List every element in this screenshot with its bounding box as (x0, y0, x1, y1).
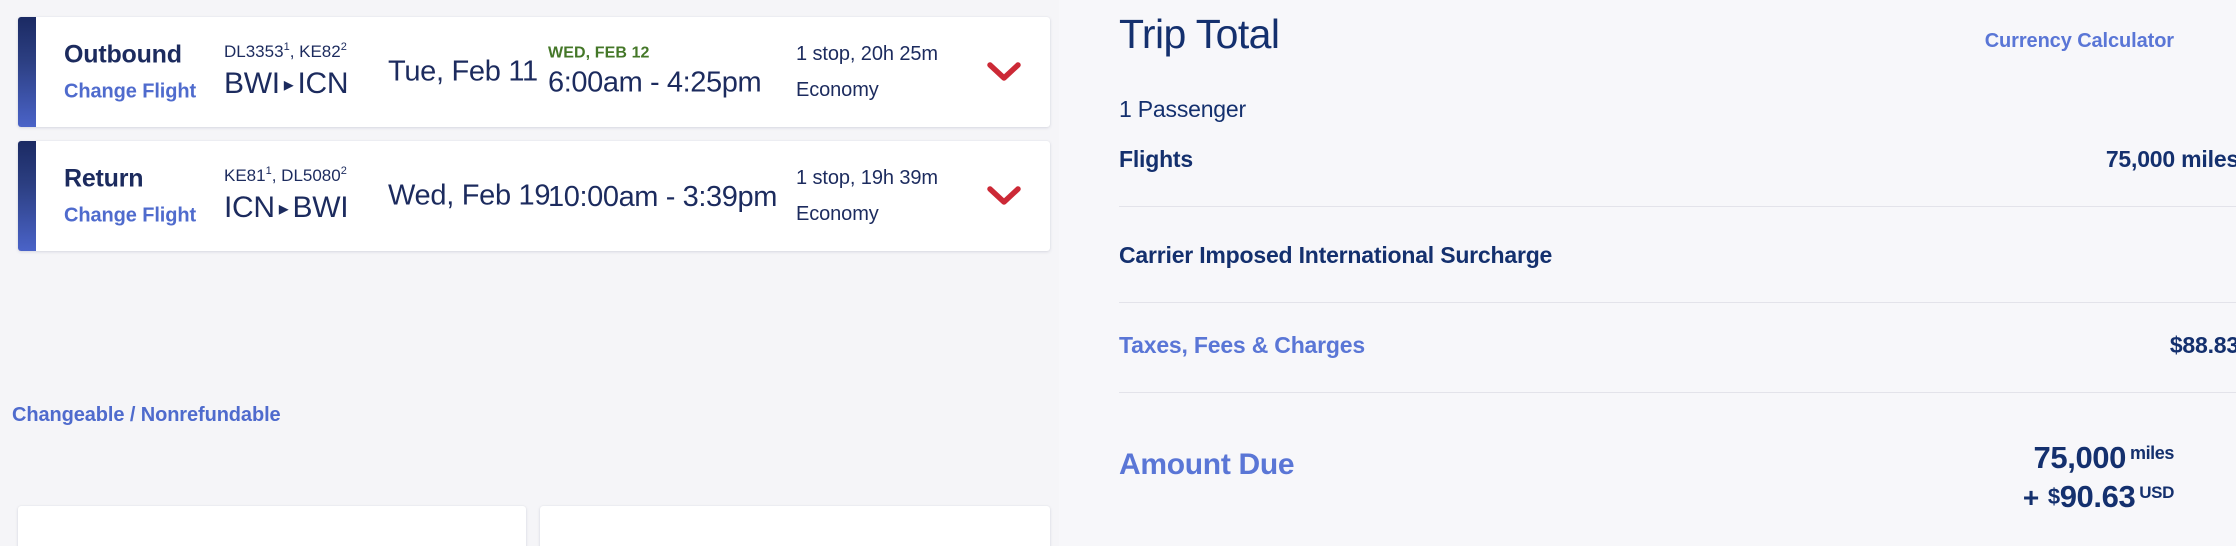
destination-airport-code: ICN (297, 67, 349, 101)
route-arrow-icon: ▸ (278, 198, 289, 221)
itinerary-card-body: Return Change Flight KE811, DL50802 ICN ▸… (36, 141, 1050, 251)
route-arrow-icon: ▸ (283, 74, 294, 97)
amount-due-cash-unit: USD (2139, 482, 2174, 502)
panel-divider (1119, 302, 2236, 303)
flight-numbers: DL33531, KE822 (224, 42, 414, 62)
itinerary-card-outbound[interactable]: Outbound Change Flight DL33531, KE822 BW… (18, 17, 1050, 127)
trip-total-panel: Trip Total Currency Calculator 1 Passeng… (1059, 0, 2236, 546)
change-flight-link[interactable]: Change Flight (64, 204, 234, 227)
amount-due-miles-unit: miles (2129, 443, 2174, 463)
flight-number-1: KE81 (224, 165, 266, 185)
flight-number-1: DL3353 (224, 41, 284, 61)
leg-title: Outbound (64, 40, 182, 69)
flight-number-2-footnote: 2 (340, 165, 347, 178)
price-value: 75,000 miles (2105, 146, 2236, 172)
lower-panel-left[interactable] (18, 506, 526, 546)
leg-times-group: 10:00am - 3:39pm (548, 177, 798, 215)
leg-times-group: WED, FEB 12 6:00am - 4:25pm (548, 44, 798, 101)
stops-and-duration: 1 stop, 20h 25m (796, 43, 938, 65)
departure-date: Tue, Feb 11 (388, 55, 538, 88)
arrival-day-label: WED, FEB 12 (548, 44, 650, 62)
origin-airport-code: BWI (224, 67, 280, 101)
cabin-class: Economy (796, 79, 879, 101)
booking-summary-page: Outbound Change Flight DL33531, KE822 BW… (0, 0, 2236, 546)
amount-due-currency-symbol: $ (2047, 483, 2060, 509)
price-row-taxes: Taxes, Fees & Charges $88.83 (1119, 332, 2236, 359)
panel-divider (1119, 392, 2236, 393)
amount-due-miles: 75,000 miles (2023, 440, 2175, 476)
leg-route-group: KE811, DL50802 ICN ▸ BWI (224, 166, 414, 226)
price-row-surcharge: Carrier Imposed International Surcharge … (1119, 242, 2236, 269)
chevron-down-icon (987, 62, 1021, 81)
currency-calculator-link[interactable]: Currency Calculator (1985, 30, 2174, 53)
leg-label-group: Outbound Change Flight (64, 41, 234, 103)
price-label: Carrier Imposed International Surcharge (1119, 242, 1553, 268)
passenger-count: 1 Passenger (1119, 96, 1246, 122)
itinerary-card-return[interactable]: Return Change Flight KE811, DL50802 ICN ▸… (18, 141, 1050, 251)
leg-stops-group: 1 stop, 20h 25m Economy (796, 42, 1011, 102)
cabin-class: Economy (796, 203, 879, 225)
flight-numbers: KE811, DL50802 (224, 166, 414, 186)
leg-route-group: DL33531, KE822 BWI ▸ ICN (224, 42, 414, 102)
price-value: $88.83 (2169, 332, 2236, 358)
expand-leg-button[interactable] (982, 179, 1026, 213)
departure-arrival-times: 6:00am - 4:25pm (548, 66, 762, 99)
amount-due-label[interactable]: Amount Due (1119, 448, 1295, 482)
route: ICN ▸ BWI (224, 190, 414, 226)
price-label-link[interactable]: Taxes, Fees & Charges (1119, 332, 1365, 359)
leg-stops-group: 1 stop, 19h 39m Economy (796, 166, 1011, 226)
flight-number-2: , KE82 (289, 41, 341, 61)
route: BWI ▸ ICN (224, 66, 414, 102)
itinerary-card-body: Outbound Change Flight DL33531, KE822 BW… (36, 17, 1050, 127)
expand-leg-button[interactable] (982, 55, 1026, 89)
price-row-flights: Flights 75,000 miles (1119, 146, 2236, 173)
price-label: Flights (1119, 146, 1193, 172)
flight-number-2-footnote: 2 (340, 41, 347, 54)
leg-label-group: Return Change Flight (64, 165, 234, 227)
leg-accent-bar (18, 17, 36, 127)
panel-divider (1119, 206, 2236, 207)
trip-total-header: Trip Total Currency Calculator (1119, 0, 2236, 72)
amount-due-plus-sign: + (2022, 481, 2039, 513)
amount-due-cash: + $90.63 USD (2023, 479, 2174, 515)
lower-panel-right[interactable] (540, 506, 1050, 546)
destination-airport-code: BWI (292, 191, 349, 225)
amount-due-values: 75,000 miles + $90.63 USD (2023, 440, 2174, 514)
leg-accent-bar (18, 141, 36, 251)
leg-title: Return (64, 164, 144, 193)
amount-due-miles-number: 75,000 (2033, 440, 2127, 475)
amount-due-cash-number: 90.63 (2059, 478, 2136, 514)
trip-total-title: Trip Total (1119, 11, 1280, 57)
departure-arrival-times: 10:00am - 3:39pm (548, 181, 777, 214)
change-flight-link[interactable]: Change Flight (64, 80, 234, 103)
flight-number-2: , DL5080 (271, 165, 341, 185)
fare-rules-link[interactable]: Changeable / Nonrefundable (12, 404, 281, 427)
stops-and-duration: 1 stop, 19h 39m (796, 167, 938, 189)
origin-airport-code: ICN (224, 191, 275, 225)
departure-date: Wed, Feb 19 (388, 179, 551, 212)
chevron-down-icon (987, 186, 1021, 205)
